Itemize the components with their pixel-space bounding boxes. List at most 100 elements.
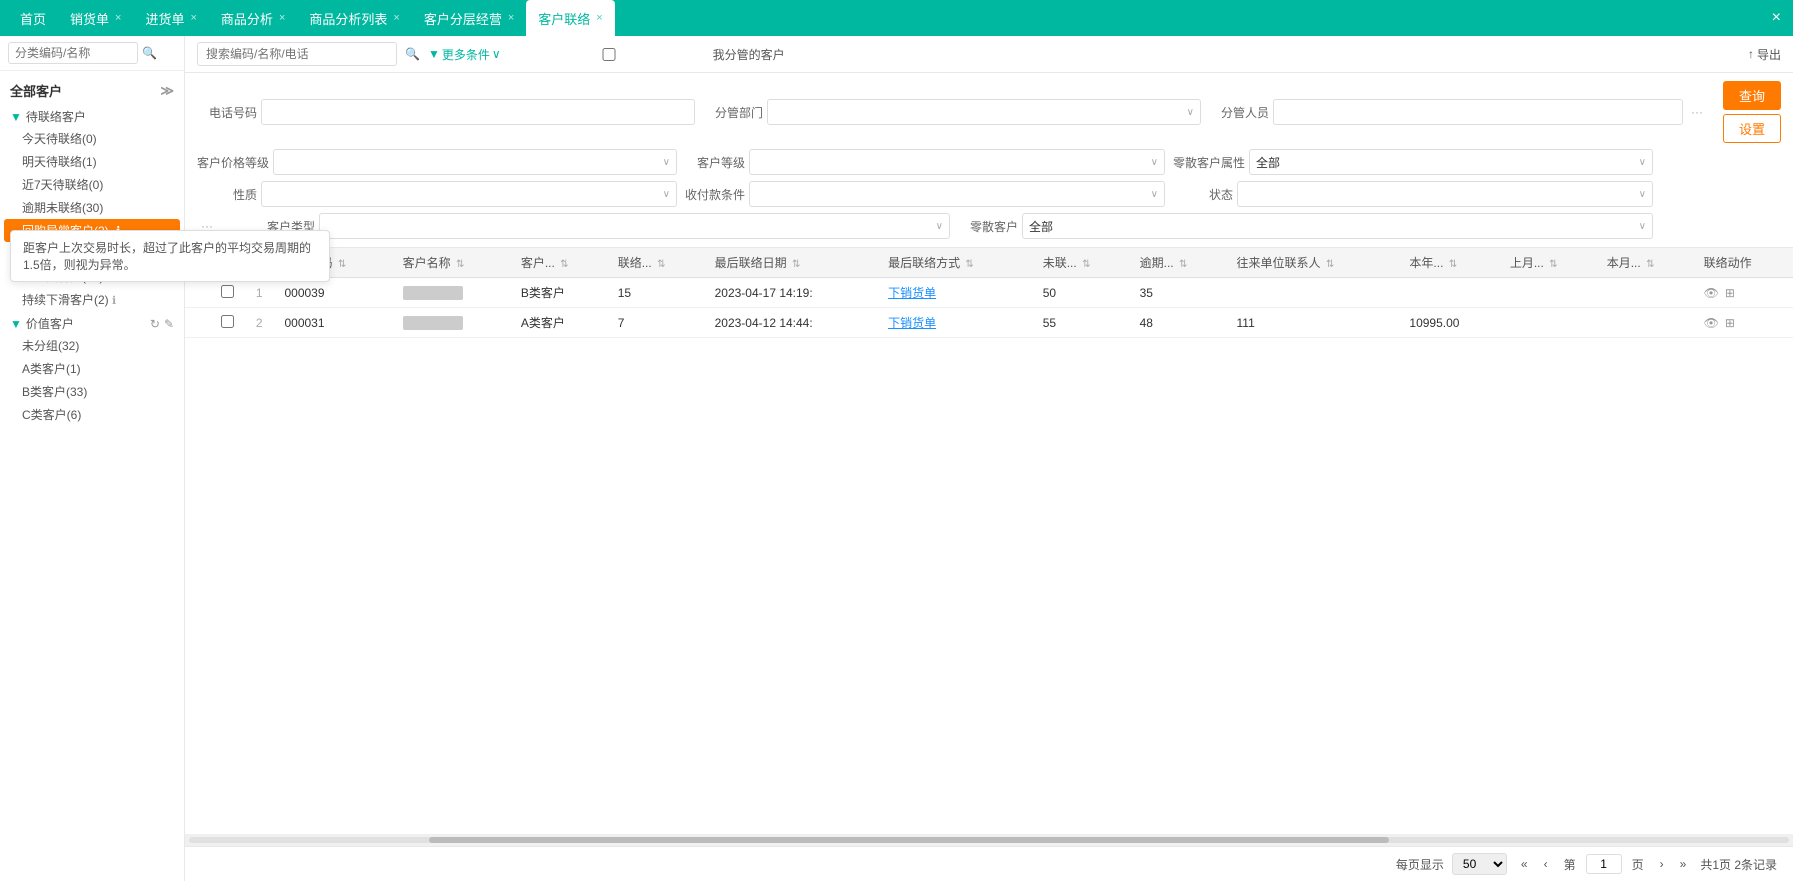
edit-icon[interactable]: ✎ [164, 317, 174, 331]
col-this-year[interactable]: 本年... ⇅ [1401, 248, 1501, 278]
field-status: 状态 ∨ [1173, 181, 1653, 207]
nav-home[interactable]: 首页 [8, 0, 58, 36]
sidebar-item-declining[interactable]: 持续下滑客户(2) ℹ [0, 288, 184, 311]
total-records-label: 共1页 2条记录 [1700, 856, 1777, 873]
nav-customer-tier[interactable]: 客户分层经营 × [412, 0, 526, 36]
nav-sales-order[interactable]: 销货单 × [58, 0, 133, 36]
col-last-month[interactable]: 上月... ⇅ [1502, 248, 1599, 278]
col-uncontacted[interactable]: 未联... ⇅ [1035, 248, 1132, 278]
row-overdue: 48 [1132, 308, 1229, 338]
row-code: 000039 [276, 278, 394, 308]
col-this-month[interactable]: 本月... ⇅ [1599, 248, 1696, 278]
row-settings [185, 308, 213, 338]
row-this-month [1599, 278, 1696, 308]
col-overdue[interactable]: 逾期... ⇅ [1132, 248, 1229, 278]
action-eye-icon[interactable]: 👁 [1704, 286, 1719, 300]
nav-purchase-order[interactable]: 进货单 × [133, 0, 208, 36]
select-retail-customer[interactable]: 全部 ∨ [1022, 213, 1653, 239]
my-customers-checkbox[interactable] [509, 48, 709, 61]
sort-code-icon: ⇅ [338, 259, 346, 270]
col-company-contact[interactable]: 往来单位联系人 ⇅ [1229, 248, 1402, 278]
sidebar: 🔍 全部客户 ≫ ▼ 待联络客户 今天待联络(0) 明天待联络(1) 近7天待联… [0, 36, 185, 881]
sidebar-item-today[interactable]: 今天待联络(0) [0, 127, 184, 150]
label-person: 分管人员 [1209, 104, 1269, 121]
select-retail-attr[interactable]: 全部 ∨ [1249, 149, 1653, 175]
select-nature[interactable]: ∨ [261, 181, 677, 207]
select-status[interactable]: ∨ [1237, 181, 1653, 207]
last-method-link[interactable]: 下销货单 [888, 316, 936, 330]
sidebar-section-pending[interactable]: ▼ 待联络客户 [0, 104, 184, 127]
sidebar-item-unclassified[interactable]: 未分组(32) [0, 334, 184, 357]
sidebar-item-class-b[interactable]: B类客户(33) [0, 380, 184, 403]
close-product-analysis-list-icon[interactable]: × [393, 12, 399, 24]
col-last-method[interactable]: 最后联络方式 ⇅ [880, 248, 1035, 278]
more-conditions-button[interactable]: ▼ 更多条件 ∨ [428, 46, 501, 63]
nav-product-analysis-list[interactable]: 商品分析列表 × [297, 0, 411, 36]
sidebar-search-input[interactable] [8, 42, 138, 64]
select-customer-level[interactable]: ∨ [749, 149, 1165, 175]
page-number-input[interactable] [1586, 854, 1622, 874]
input-phone[interactable] [261, 99, 695, 125]
nav-customer-contact[interactable]: 客户联络 × [526, 0, 614, 36]
prev-page-btn[interactable]: ‹ [1538, 855, 1554, 873]
scroll-thumb[interactable] [429, 837, 1389, 843]
col-actions: 联络动作 [1696, 248, 1793, 278]
sort-contact-icon: ⇅ [657, 259, 665, 270]
sidebar-search-button[interactable]: 🔍 [142, 46, 157, 60]
settings-button[interactable]: 设置 [1723, 114, 1781, 143]
horizontal-scrollbar[interactable] [185, 834, 1793, 846]
row-checkbox[interactable] [221, 315, 234, 328]
col-contact-count[interactable]: 联络... ⇅ [610, 248, 707, 278]
search-button[interactable]: 🔍 [405, 47, 420, 61]
sort-last-month-icon: ⇅ [1549, 259, 1557, 270]
field-price-level: 客户价格等级 ∨ [197, 149, 677, 175]
select-payment[interactable]: ∨ [749, 181, 1165, 207]
chevron-down-icon: ∨ [492, 47, 501, 61]
col-customer-type[interactable]: 客户... ⇅ [513, 248, 610, 278]
per-page-label: 每页显示 [1396, 856, 1444, 873]
sidebar-item-overdue[interactable]: 逾期未联络(30) [0, 196, 184, 219]
per-page-select[interactable]: 50 100 200 [1452, 853, 1507, 875]
last-page-btn[interactable]: » [1674, 855, 1693, 873]
table-row: 1 000039 B类客户 15 2023-04-17 14:19: 下销货单 … [185, 278, 1793, 308]
action-eye-icon[interactable]: 👁 [1704, 316, 1719, 330]
sidebar-collapse-icon[interactable]: ≫ [160, 83, 174, 99]
arrow-down-icon: ▼ [10, 110, 22, 124]
close-customer-tier-icon[interactable]: × [508, 12, 514, 24]
close-sales-order-icon[interactable]: × [115, 12, 121, 24]
query-button[interactable]: 查询 [1723, 81, 1781, 110]
sidebar-item-tomorrow[interactable]: 明天待联络(1) [0, 150, 184, 173]
row-checkbox[interactable] [221, 285, 234, 298]
row-checkbox-cell [213, 278, 242, 308]
select-dept[interactable]: ∨ [767, 99, 1201, 125]
refresh-icon[interactable]: ↻ [150, 317, 160, 331]
label-payment: 收付款条件 [685, 186, 745, 203]
row-checkbox-cell [213, 308, 242, 338]
first-page-btn[interactable]: « [1515, 855, 1534, 873]
close-purchase-order-icon[interactable]: × [190, 12, 196, 24]
close-customer-contact-icon[interactable]: × [596, 12, 602, 24]
col-last-date[interactable]: 最后联络日期 ⇅ [707, 248, 880, 278]
sidebar-item-class-a[interactable]: A类客户(1) [0, 357, 184, 380]
last-method-link[interactable]: 下销货单 [888, 286, 936, 300]
arrow-down-icon-2: ▼ [10, 317, 22, 331]
export-button[interactable]: ↑ 导出 [1748, 46, 1781, 63]
action-grid-icon[interactable]: ⊞ [1725, 286, 1735, 300]
more-person-icon[interactable]: ··· [1687, 105, 1707, 119]
next-page-btn[interactable]: › [1654, 855, 1670, 873]
sidebar-item-7days[interactable]: 近7天待联络(0) [0, 173, 184, 196]
chevron-type-icon: ∨ [936, 221, 943, 232]
close-product-analysis-icon[interactable]: × [279, 12, 285, 24]
col-name[interactable]: 客户名称 ⇅ [395, 248, 513, 278]
select-customer-type[interactable]: ∨ [319, 213, 950, 239]
action-grid-icon[interactable]: ⊞ [1725, 316, 1735, 330]
row-company-contact: 111 [1229, 308, 1402, 338]
search-input[interactable] [197, 42, 397, 66]
window-close-icon[interactable]: × [1772, 9, 1781, 27]
input-person[interactable] [1273, 99, 1683, 125]
sort-year-icon: ⇅ [1449, 259, 1457, 270]
select-price-level[interactable]: ∨ [273, 149, 677, 175]
nav-product-analysis[interactable]: 商品分析 × [209, 0, 297, 36]
sidebar-item-class-c[interactable]: C类客户(6) [0, 403, 184, 426]
label-phone: 电话号码 [197, 104, 257, 121]
